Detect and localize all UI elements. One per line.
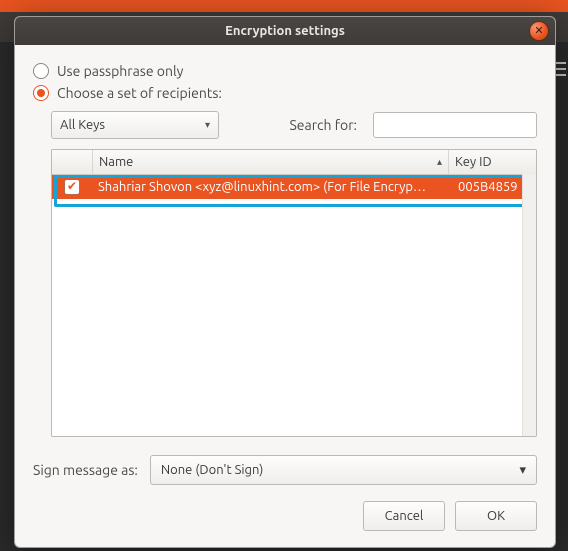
search-input[interactable] (373, 112, 537, 138)
dropdown-value: All Keys (60, 118, 105, 132)
recipients-table: Name ▴ Key ID ✔ Shahriar Shovon <xyz@lin… (51, 149, 537, 437)
filter-row: All Keys ▾ Search for: (51, 111, 537, 139)
close-button[interactable]: ✕ (529, 21, 549, 41)
column-name[interactable]: Name ▴ (93, 150, 449, 174)
column-label: Name (99, 155, 133, 169)
dropdown-value: None (Don't Sign) (161, 463, 264, 477)
button-label: OK (487, 509, 505, 523)
key-filter-dropdown[interactable]: All Keys ▾ (51, 111, 219, 139)
row-name: Shahriar Shovon <xyz@linuxhint.com> (For… (92, 180, 452, 194)
column-checkbox[interactable] (52, 150, 93, 174)
close-icon: ✕ (534, 26, 543, 37)
radio-icon (33, 85, 49, 101)
sign-label: Sign message as: (33, 462, 138, 478)
dialog-buttons: Cancel OK (33, 501, 537, 531)
radio-icon (33, 63, 49, 79)
sort-asc-icon: ▴ (437, 156, 442, 168)
search-label: Search for: (289, 117, 357, 133)
sign-message-dropdown[interactable]: None (Don't Sign) ▾ (150, 455, 537, 485)
button-label: Cancel (385, 509, 424, 523)
ok-button[interactable]: OK (455, 501, 537, 531)
radio-label: Choose a set of recipients: (57, 85, 222, 101)
check-icon: ✔ (67, 181, 77, 193)
encryption-settings-dialog: Encryption settings ✕ Use passphrase onl… (14, 16, 556, 548)
table-header: Name ▴ Key ID (52, 150, 536, 175)
table-row[interactable]: ✔ Shahriar Shovon <xyz@linuxhint.com> (F… (52, 175, 536, 199)
column-key-id[interactable]: Key ID (449, 150, 536, 174)
radio-choose-recipients[interactable]: Choose a set of recipients: (33, 85, 537, 101)
window-title: Encryption settings (225, 24, 345, 38)
cancel-button[interactable]: Cancel (363, 501, 445, 531)
radio-use-passphrase[interactable]: Use passphrase only (33, 63, 537, 79)
titlebar: Encryption settings ✕ (15, 17, 555, 45)
chevron-down-icon: ▾ (519, 463, 526, 478)
vertical-scrollbar[interactable] (522, 174, 536, 436)
chevron-down-icon: ▾ (205, 119, 210, 131)
sign-row: Sign message as: None (Don't Sign) ▾ (33, 455, 537, 485)
row-checkbox[interactable]: ✔ (64, 179, 80, 195)
column-label: Key ID (455, 155, 492, 169)
radio-label: Use passphrase only (57, 63, 183, 79)
